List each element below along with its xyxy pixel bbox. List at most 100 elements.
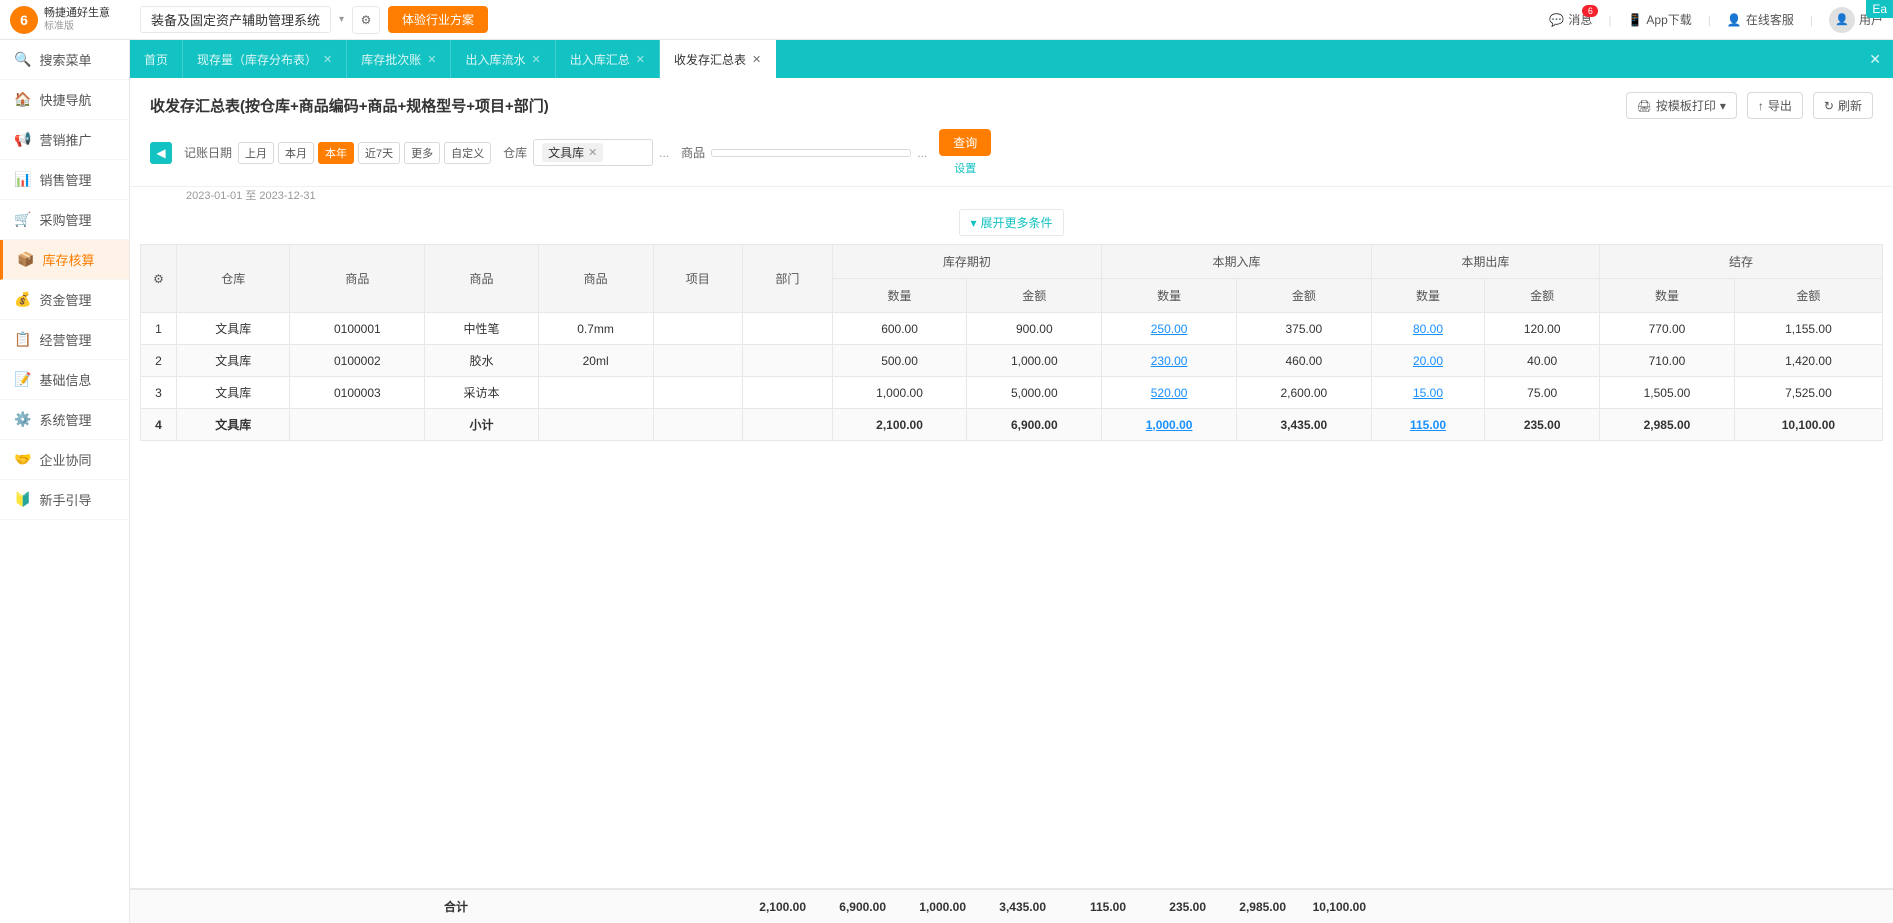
print-button[interactable]: 🖨 按模板打印 ▾ xyxy=(1626,92,1737,119)
date-btn-last-month[interactable]: 上月 xyxy=(238,142,274,164)
col-name-header: 商品 xyxy=(425,245,538,313)
settings-link[interactable]: 设置 xyxy=(939,160,991,176)
sidebar-item-operations[interactable]: 📋 经营管理 xyxy=(0,320,129,360)
sidebar-item-purchase[interactable]: 🛒 采购管理 xyxy=(0,200,129,240)
tab-close-in-out-summary[interactable]: ✕ xyxy=(636,53,645,66)
online-service-item[interactable]: 👤 在线客服 xyxy=(1727,11,1794,28)
row-out-qty[interactable]: 80.00 xyxy=(1371,313,1485,345)
col-opening-amt-header: 金额 xyxy=(967,279,1102,313)
sidebar-item-search[interactable]: 🔍 搜索菜单 xyxy=(0,40,129,80)
row-code: 0100003 xyxy=(290,377,425,409)
message-badge: 6 xyxy=(1582,5,1598,17)
date-btn-this-year[interactable]: 本年 xyxy=(318,142,354,164)
row-project xyxy=(653,377,743,409)
expand-row: ▾ 展开更多条件 xyxy=(130,209,1893,244)
col-opening-qty-header: 数量 xyxy=(832,279,967,313)
footer-opening-qty: 2,100.00 xyxy=(736,900,816,914)
export-button[interactable]: ↑ 导出 xyxy=(1747,92,1803,119)
footer-bal-qty: 2,985.00 xyxy=(1216,900,1296,914)
date-filter-label: 记账日期 xyxy=(184,144,232,161)
marketing-icon: 📢 xyxy=(14,131,31,148)
phone-icon: 📱 xyxy=(1627,13,1642,27)
col-balance-header: 结存 xyxy=(1600,245,1883,279)
trial-button[interactable]: 体验行业方案 xyxy=(388,6,488,33)
warehouse-tag-close[interactable]: ✕ xyxy=(588,146,597,159)
date-btn-this-month[interactable]: 本月 xyxy=(278,142,314,164)
system-title[interactable]: 装备及固定资产辅助管理系统 xyxy=(140,6,331,33)
enterprise-icon: 🤝 xyxy=(14,451,31,468)
ea-badge: Ea xyxy=(1866,0,1893,18)
sidebar-item-sales[interactable]: 📊 销售管理 xyxy=(0,160,129,200)
sidebar-item-enterprise[interactable]: 🤝 企业协同 xyxy=(0,440,129,480)
tab-close-batch-ledger[interactable]: ✕ xyxy=(427,53,436,66)
col-bal-amt-header: 金额 xyxy=(1734,279,1882,313)
refresh-button[interactable]: ↻ 刷新 xyxy=(1813,92,1873,119)
expand-conditions-btn[interactable]: ▾ 展开更多条件 xyxy=(959,209,1063,236)
subtotal-out-qty[interactable]: 115.00 xyxy=(1371,409,1485,441)
tab-batch-ledger[interactable]: 库存批次账 ✕ xyxy=(347,40,451,78)
table-settings-icon[interactable]: ⚙ xyxy=(153,272,164,286)
system-title-area: 装备及固定资产辅助管理系统 ▾ ⚙ 体验行业方案 xyxy=(140,6,1549,34)
tab-home[interactable]: 首页 xyxy=(130,40,183,78)
warehouse-filter-label: 仓库 xyxy=(503,144,527,161)
tab-receive-send-summary[interactable]: 收发存汇总表 ✕ xyxy=(660,40,776,78)
col-code-header: 商品 xyxy=(290,245,425,313)
col-bal-qty-header: 数量 xyxy=(1600,279,1735,313)
col-in-amt-header: 金额 xyxy=(1236,279,1371,313)
page-actions: 🖨 按模板打印 ▾ ↑ 导出 ↻ 刷新 xyxy=(1626,92,1873,119)
app-download-item[interactable]: 📱 App下载 xyxy=(1627,11,1691,28)
tab-in-out-summary[interactable]: 出入库汇总 ✕ xyxy=(556,40,660,78)
home-icon: 🏠 xyxy=(14,91,31,108)
sidebar-item-finance[interactable]: 💰 资金管理 xyxy=(0,280,129,320)
sidebar-item-base-info[interactable]: 📝 基础信息 xyxy=(0,360,129,400)
page-title: 收发存汇总表(按仓库+商品编码+商品+规格型号+项目+部门) xyxy=(150,95,549,116)
date-btn-more[interactable]: 更多 xyxy=(404,142,440,164)
warehouse-dots[interactable]: ... xyxy=(659,146,669,160)
col-out-header: 本期出库 xyxy=(1371,245,1599,279)
row-in-qty[interactable]: 250.00 xyxy=(1102,313,1237,345)
filter-collapse-btn[interactable]: ◀ xyxy=(150,142,172,164)
tab-in-out-flow[interactable]: 出入库流水 ✕ xyxy=(451,40,555,78)
table-container: ⚙ 仓库 商品 商品 商品 项目 部门 库存期初 本期入库 本期出库 结存 xyxy=(130,244,1893,888)
row-spec: 20ml xyxy=(538,345,653,377)
subtotal-in-qty[interactable]: 1,000.00 xyxy=(1102,409,1237,441)
message-item[interactable]: 💬 消息 6 xyxy=(1549,11,1592,28)
row-in-amt: 460.00 xyxy=(1236,345,1371,377)
date-btn-7days[interactable]: 近7天 xyxy=(358,142,400,164)
query-button[interactable]: 查询 xyxy=(939,129,991,156)
sidebar-item-guide[interactable]: 🔰 新手引导 xyxy=(0,480,129,520)
row-project xyxy=(653,345,743,377)
expand-icon: ▾ xyxy=(970,216,976,230)
sidebar-item-inventory[interactable]: 📦 库存核算 xyxy=(0,240,129,280)
sidebar-item-system[interactable]: ⚙️ 系统管理 xyxy=(0,400,129,440)
gear-button[interactable]: ⚙ xyxy=(352,6,380,34)
row-in-qty[interactable]: 230.00 xyxy=(1102,345,1237,377)
col-settings-header[interactable]: ⚙ xyxy=(141,245,177,313)
row-out-amt: 75.00 xyxy=(1485,377,1600,409)
product-dots[interactable]: ... xyxy=(917,146,927,160)
row-dept xyxy=(743,345,833,377)
system-icon: ⚙️ xyxy=(14,411,31,428)
col-spec-header: 商品 xyxy=(538,245,653,313)
tab-bar-close-btn[interactable]: ✕ xyxy=(1857,40,1893,78)
sidebar-item-quick-nav[interactable]: 🏠 快捷导航 xyxy=(0,80,129,120)
tab-close-receive-send-summary[interactable]: ✕ xyxy=(752,53,761,66)
row-out-qty[interactable]: 15.00 xyxy=(1371,377,1485,409)
row-opening-amt: 900.00 xyxy=(967,313,1102,345)
row-code: 0100002 xyxy=(290,345,425,377)
tab-close-in-out-flow[interactable]: ✕ xyxy=(532,53,541,66)
date-filter-group: 记账日期 上月 本月 本年 近7天 更多 自定义 xyxy=(184,142,491,164)
system-dropdown-icon[interactable]: ▾ xyxy=(339,14,344,25)
date-btn-custom[interactable]: 自定义 xyxy=(444,142,491,164)
tab-close-inventory-dist[interactable]: ✕ xyxy=(323,53,332,66)
warehouse-filter-field[interactable]: 文具库 ✕ xyxy=(533,139,653,166)
row-warehouse: 文具库 xyxy=(177,345,290,377)
page-content: 收发存汇总表(按仓库+商品编码+商品+规格型号+项目+部门) 🖨 按模板打印 ▾… xyxy=(130,78,1893,923)
row-dept xyxy=(743,377,833,409)
row-in-qty[interactable]: 520.00 xyxy=(1102,377,1237,409)
footer-out-amt: 235.00 xyxy=(1136,900,1216,914)
product-filter-field[interactable] xyxy=(711,149,911,157)
tab-inventory-dist[interactable]: 现存量（库存分布表） ✕ xyxy=(183,40,347,78)
sidebar-item-marketing[interactable]: 📢 营销推广 xyxy=(0,120,129,160)
row-out-qty[interactable]: 20.00 xyxy=(1371,345,1485,377)
